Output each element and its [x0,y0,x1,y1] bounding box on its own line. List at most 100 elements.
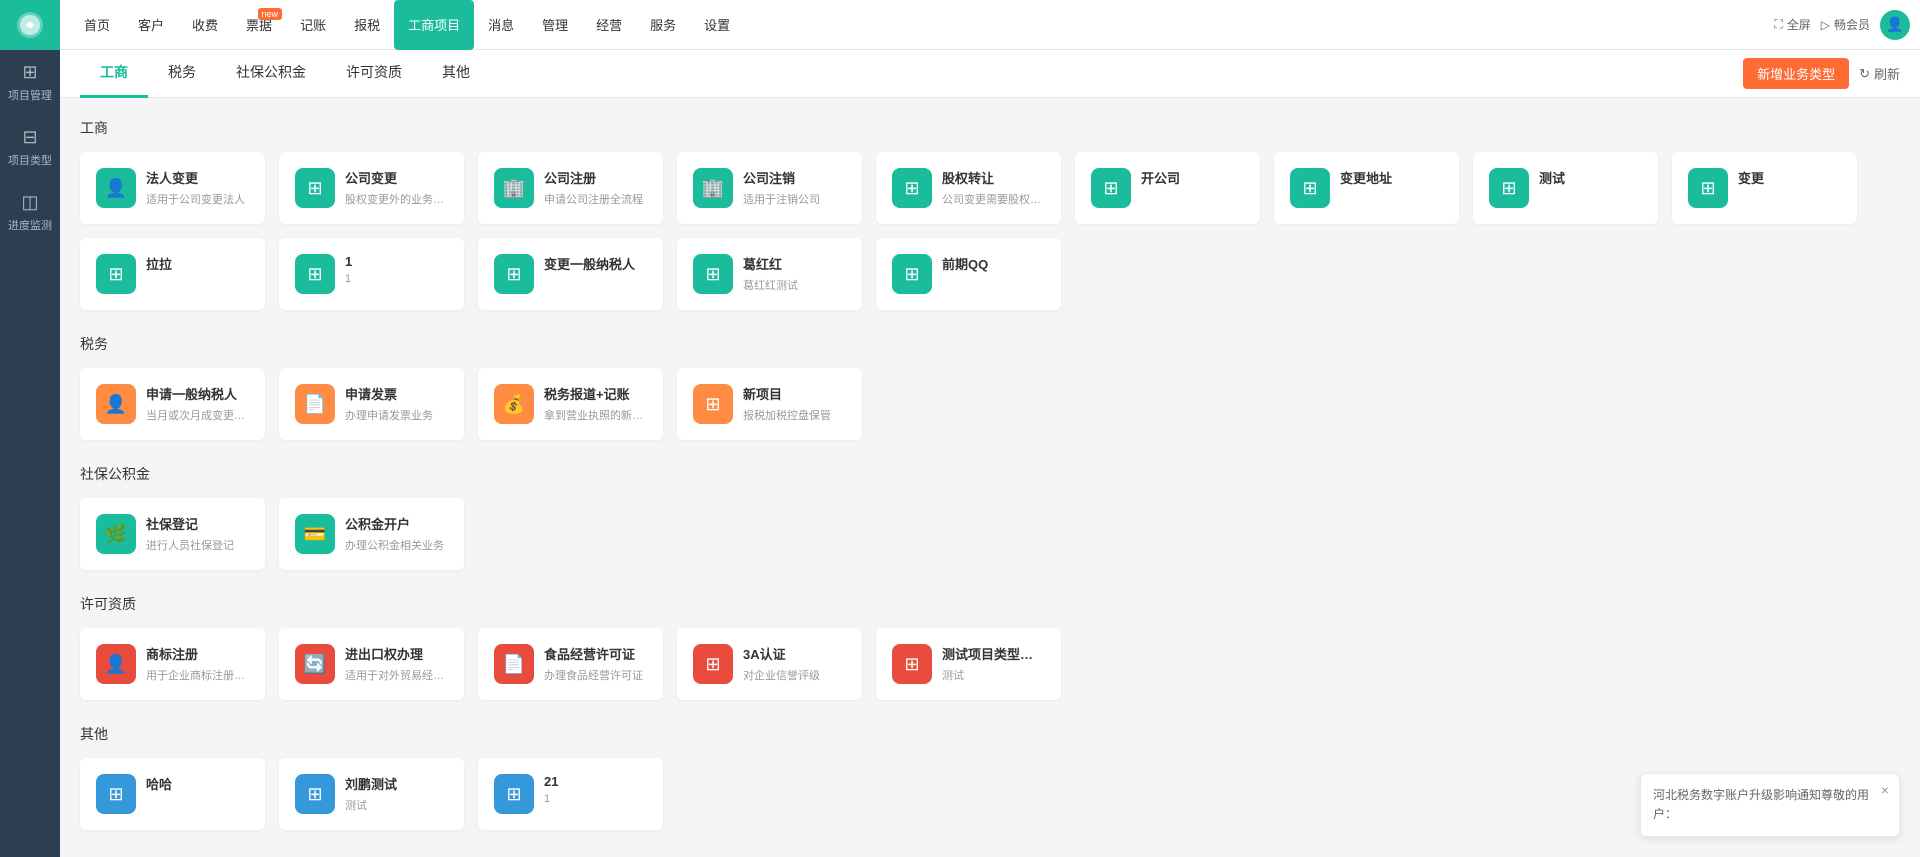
card-change-tax[interactable]: ⊞ 变更一般纳税人 [478,238,663,310]
nav-item-management[interactable]: 管理 [528,0,582,50]
card-test[interactable]: ⊞ 测试 [1473,152,1658,224]
card-info-legal-change: 法人变更 适用于公司变更法人 [146,168,249,207]
card-icon-new-project: ⊞ [693,384,733,424]
card-icon-symbol: 💰 [503,394,525,415]
card-icon-one: ⊞ [295,254,335,294]
sidebar-item-project-type[interactable]: ⊟ 项目类型 [0,115,60,180]
card-haha[interactable]: ⊞ 哈哈 [80,758,265,830]
card-equity-transfer[interactable]: ⊞ 股权转让 公司变更需要股权转让 [876,152,1061,224]
card-name-social-register: 社保登记 [146,514,249,533]
card-social-register[interactable]: 🌿 社保登记 进行人员社保登记 [80,498,265,570]
card-icon-symbol: 🌿 [105,524,127,545]
card-twenty-one[interactable]: ⊞ 21 1 [478,758,663,830]
sidebar-item-progress-monitor[interactable]: ◫ 进度监测 [0,180,60,245]
card-icon-symbol: 📄 [304,394,326,415]
main-container: 首页 客户 收费 票据 new 记账 报税 工商项目 消息 [60,0,1920,857]
nav-item-message[interactable]: 消息 [474,0,528,50]
card-desc-test-type-def: 测试 [942,667,1045,683]
nav-item-settings[interactable]: 设置 [690,0,744,50]
card-icon-apply-invoice: 📄 [295,384,335,424]
section-title-tax: 税务 [80,334,1900,354]
card-desc-new-project: 报税加税控盘保管 [743,407,846,423]
card-desc-tax-report: 拿到营业执照的新公司 [544,407,647,423]
card-name-fund-open: 公积金开户 [345,514,448,533]
card-liupeng-test[interactable]: ⊞ 刘鹏测试 测试 [279,758,464,830]
sidebar-logo[interactable] [0,0,60,50]
card-change-address[interactable]: ⊞ 变更地址 [1274,152,1459,224]
card-one[interactable]: ⊞ 1 1 [279,238,464,310]
tab-social-fund[interactable]: 社保公积金 [216,50,326,98]
card-legal-change[interactable]: 👤 法人变更 适用于公司变更法人 [80,152,265,224]
refresh-button[interactable]: ↻ 刷新 [1859,64,1900,83]
card-icon-qiqi-qq: ⊞ [892,254,932,294]
nav-item-customer[interactable]: 客户 [124,0,178,50]
card-company-cancel[interactable]: 🏢 公司注销 适用于注销公司 [677,152,862,224]
card-company-register[interactable]: 🏢 公司注册 申请公司注册全流程 [478,152,663,224]
nav-item-home[interactable]: 首页 [70,0,124,50]
card-icon-change: ⊞ [1688,168,1728,208]
tab-license[interactable]: 许可资质 [326,50,422,98]
card-icon-symbol: ⊞ [506,784,521,805]
fullscreen-btn[interactable]: ⛶ 全屏 [1774,16,1810,33]
vip-btn[interactable]: ▷ 畅会员 [1821,16,1870,33]
card-lala[interactable]: ⊞ 拉拉 [80,238,265,310]
avatar-icon: 👤 [1886,16,1903,33]
tab-business[interactable]: 工商 [80,50,148,98]
card-icon-twenty-one: ⊞ [494,774,534,814]
other-cards-grid: ⊞ 哈哈 ⊞ 刘鹏测试 测试 ⊞ 21 1 [80,758,1900,830]
card-icon-equity-transfer: ⊞ [892,168,932,208]
card-food-license[interactable]: 📄 食品经营许可证 办理食品经营许可证 [478,628,663,700]
card-icon-symbol: 📄 [503,654,525,675]
card-icon-lala: ⊞ [96,254,136,294]
nav-item-invoice[interactable]: 票据 new [232,0,286,50]
card-trademark[interactable]: 👤 商标注册 用于企业商标注册服务 [80,628,265,700]
add-type-button[interactable]: 新增业务类型 [1743,58,1849,89]
card-fund-open[interactable]: 💳 公积金开户 办理公积金相关业务 [279,498,464,570]
sidebar-item-project-mgmt[interactable]: ⊞ 项目管理 [0,50,60,115]
card-qiqi-qq[interactable]: ⊞ 前期QQ [876,238,1061,310]
card-name-change-tax: 变更一般纳税人 [544,254,647,273]
card-desc-gehonghong: 葛红红测试 [743,277,846,293]
card-info-lala: 拉拉 [146,254,249,277]
card-info-food-license: 食品经营许可证 办理食品经营许可证 [544,644,647,683]
nav-item-accounting[interactable]: 记账 [286,0,340,50]
nav-item-operation[interactable]: 经营 [582,0,636,50]
card-name-equity-transfer: 股权转让 [942,168,1045,187]
card-apply-tax[interactable]: 👤 申请一般纳税人 当月或次月成变更完成 [80,368,265,440]
card-name-3a-cert: 3A认证 [743,644,846,663]
card-import-export[interactable]: 🔄 进出口权办理 适用于对外贸易经营者 [279,628,464,700]
card-name-open-company: 开公司 [1141,168,1244,187]
nav-item-tax[interactable]: 报税 [340,0,394,50]
card-gehonghong[interactable]: ⊞ 葛红红 葛红红测试 [677,238,862,310]
card-apply-invoice[interactable]: 📄 申请发票 办理申请发票业务 [279,368,464,440]
card-icon-symbol: 🏢 [503,178,525,199]
card-name-import-export: 进出口权办理 [345,644,448,663]
card-test-type-def[interactable]: ⊞ 测试项目类型自定义 测试 [876,628,1061,700]
card-desc-liupeng-test: 测试 [345,797,448,813]
card-name-company-change: 公司变更 [345,168,448,187]
nav-item-service[interactable]: 服务 [636,0,690,50]
card-change[interactable]: ⊞ 变更 [1672,152,1857,224]
card-3a-cert[interactable]: ⊞ 3A认证 对企业信誉评级 [677,628,862,700]
avatar[interactable]: 👤 [1880,10,1910,40]
project-type-icon: ⊟ [22,127,37,148]
card-open-company[interactable]: ⊞ 开公司 [1075,152,1260,224]
card-new-project[interactable]: ⊞ 新项目 报税加税控盘保管 [677,368,862,440]
card-icon-test-type-def: ⊞ [892,644,932,684]
sidebar-item-label: 项目管理 [8,87,52,103]
card-icon-test: ⊞ [1489,168,1529,208]
card-name-haha: 哈哈 [146,774,249,793]
sidebar: ⊞ 项目管理 ⊟ 项目类型 ◫ 进度监测 [0,0,60,857]
card-icon-company-change: ⊞ [295,168,335,208]
card-icon-symbol: 👤 [105,178,127,199]
tab-tax[interactable]: 税务 [148,50,216,98]
card-company-change[interactable]: ⊞ 公司变更 股权变更外的业务变更 [279,152,464,224]
nav-item-billing[interactable]: 收费 [178,0,232,50]
tab-other[interactable]: 其他 [422,50,490,98]
card-tax-report[interactable]: 💰 税务报道+记账 拿到营业执照的新公司 [478,368,663,440]
nav-item-business[interactable]: 工商项目 [394,0,474,50]
card-info-qiqi-qq: 前期QQ [942,254,1045,277]
card-name-apply-invoice: 申请发票 [345,384,448,403]
card-name-gehonghong: 葛红红 [743,254,846,273]
notification-close[interactable]: × [1881,782,1889,798]
